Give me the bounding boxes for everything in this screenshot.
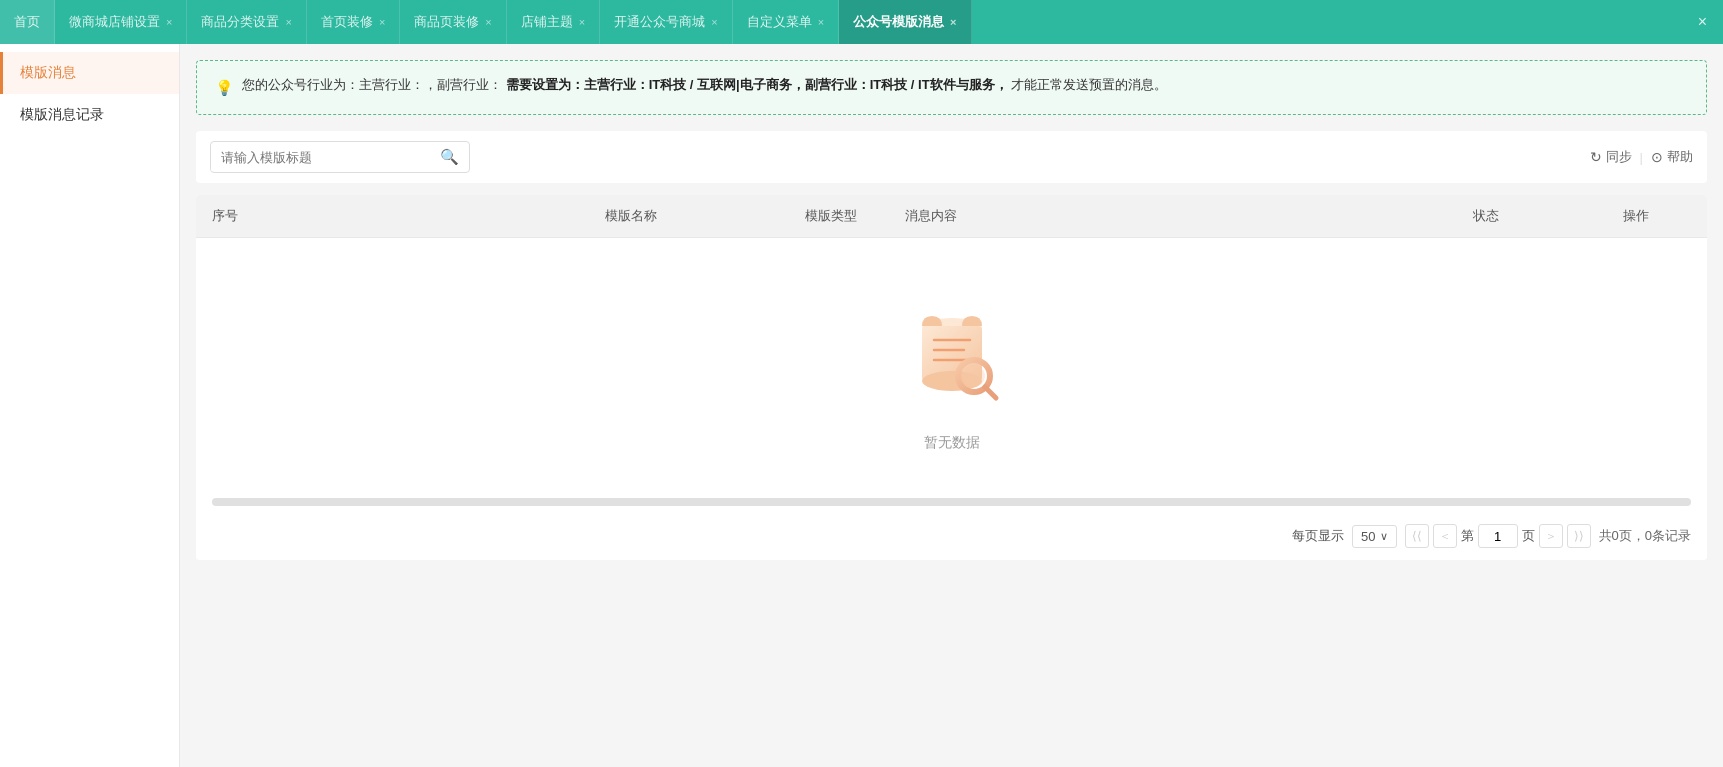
empty-state: 暂无数据 <box>196 238 1707 492</box>
col-type: 模版类型 <box>789 195 889 238</box>
prev-page-button[interactable]: ＜ <box>1433 524 1457 548</box>
pagination-row: 每页显示 50 ∨ ⟨⟨ ＜ 第 页 ＞ ⟩⟩ 共0页，0条记录 <box>196 512 1707 560</box>
empty-text: 暂无数据 <box>924 434 980 452</box>
data-table-wrap: 序号 模版名称 模版类型 消息内容 状态 操作 <box>196 195 1707 560</box>
nav-tab-product-category[interactable]: 商品分类设置 × <box>187 0 306 44</box>
close-tab-homepage-decor[interactable]: × <box>379 16 385 28</box>
nav-tab-shop-theme[interactable]: 店铺主题 × <box>507 0 600 44</box>
col-name: 模版名称 <box>589 195 789 238</box>
nav-tab-product-decor[interactable]: 商品页装修 × <box>400 0 506 44</box>
col-seq: 序号 <box>196 195 589 238</box>
page-size-label: 每页显示 <box>1292 527 1344 545</box>
last-page-button[interactable]: ⟩⟩ <box>1567 524 1591 548</box>
search-button[interactable]: 🔍 <box>430 142 469 172</box>
empty-illustration <box>892 298 1012 418</box>
fake-scrollbar[interactable] <box>212 498 1691 506</box>
main-content: 💡 您的公众号行业为：主营行业：，副营行业： 需要设置为：主营行业：IT科技 /… <box>180 44 1723 767</box>
search-icon: 🔍 <box>440 148 459 165</box>
toolbar-right: ↻ 同步 | ⊙ 帮助 <box>1590 148 1693 166</box>
alert-text: 您的公众号行业为：主营行业：，副营行业： 需要设置为：主营行业：IT科技 / 互… <box>242 75 1167 96</box>
search-bar-row: 🔍 ↻ 同步 | ⊙ 帮助 <box>196 131 1707 183</box>
toolbar-divider: | <box>1640 150 1643 165</box>
help-icon: ⊙ <box>1651 149 1663 165</box>
sidebar-item-template-record[interactable]: 模版消息记录 <box>0 94 179 136</box>
search-input[interactable] <box>211 144 430 171</box>
table-header: 序号 模版名称 模版类型 消息内容 状态 操作 <box>196 195 1707 238</box>
col-status: 状态 <box>1457 195 1607 238</box>
col-content: 消息内容 <box>889 195 1457 238</box>
nav-tab-custom-menu[interactable]: 自定义菜单 × <box>733 0 839 44</box>
chevron-down-icon: ∨ <box>1380 530 1388 543</box>
close-tab-custom-menu[interactable]: × <box>818 16 824 28</box>
sync-button[interactable]: ↻ 同步 <box>1590 148 1632 166</box>
nav-tab-home[interactable]: 首页 <box>0 0 55 44</box>
close-all-button[interactable]: × <box>1682 0 1723 44</box>
help-button[interactable]: ⊙ 帮助 <box>1651 148 1693 166</box>
sidebar-item-template-message[interactable]: 模版消息 <box>0 52 179 94</box>
sync-icon: ↻ <box>1590 149 1602 165</box>
col-action: 操作 <box>1607 195 1707 238</box>
nav-tab-open-mall[interactable]: 开通公众号商城 × <box>600 0 732 44</box>
scrollbar-row <box>196 492 1707 512</box>
table-body: 暂无数据 <box>196 238 1707 493</box>
close-tab-wechat-shop[interactable]: × <box>166 16 172 28</box>
page-nav: ⟨⟨ ＜ 第 页 ＞ ⟩⟩ <box>1405 524 1591 548</box>
close-tab-product-category[interactable]: × <box>285 16 291 28</box>
svg-point-7 <box>963 365 985 387</box>
sidebar: 模版消息 模版消息记录 <box>0 44 180 767</box>
alert-box: 💡 您的公众号行业为：主营行业：，副营行业： 需要设置为：主营行业：IT科技 /… <box>196 60 1707 115</box>
nav-tab-template-msg[interactable]: 公众号模版消息 × <box>839 0 971 44</box>
close-tab-product-decor[interactable]: × <box>485 16 491 28</box>
next-page-button[interactable]: ＞ <box>1539 524 1563 548</box>
nav-tab-homepage-decor[interactable]: 首页装修 × <box>307 0 400 44</box>
nav-tab-wechat-shop[interactable]: 微商城店铺设置 × <box>55 0 187 44</box>
close-tab-template-msg[interactable]: × <box>950 16 956 28</box>
page-number-input[interactable] <box>1478 524 1518 548</box>
page-total: 共0页，0条记录 <box>1599 527 1691 545</box>
data-table: 序号 模版名称 模版类型 消息内容 状态 操作 <box>196 195 1707 492</box>
close-tab-shop-theme[interactable]: × <box>579 16 585 28</box>
search-input-wrap: 🔍 <box>210 141 470 173</box>
page-size-select[interactable]: 50 ∨ <box>1352 525 1396 548</box>
close-tab-open-mall[interactable]: × <box>711 16 717 28</box>
main-layout: 模版消息 模版消息记录 💡 您的公众号行业为：主营行业：，副营行业： 需要设置为… <box>0 44 1723 767</box>
alert-icon: 💡 <box>215 76 234 100</box>
empty-row: 暂无数据 <box>196 238 1707 493</box>
top-nav: 首页 微商城店铺设置 × 商品分类设置 × 首页装修 × 商品页装修 × 店铺主… <box>0 0 1723 44</box>
svg-line-8 <box>985 387 996 398</box>
first-page-button[interactable]: ⟨⟨ <box>1405 524 1429 548</box>
